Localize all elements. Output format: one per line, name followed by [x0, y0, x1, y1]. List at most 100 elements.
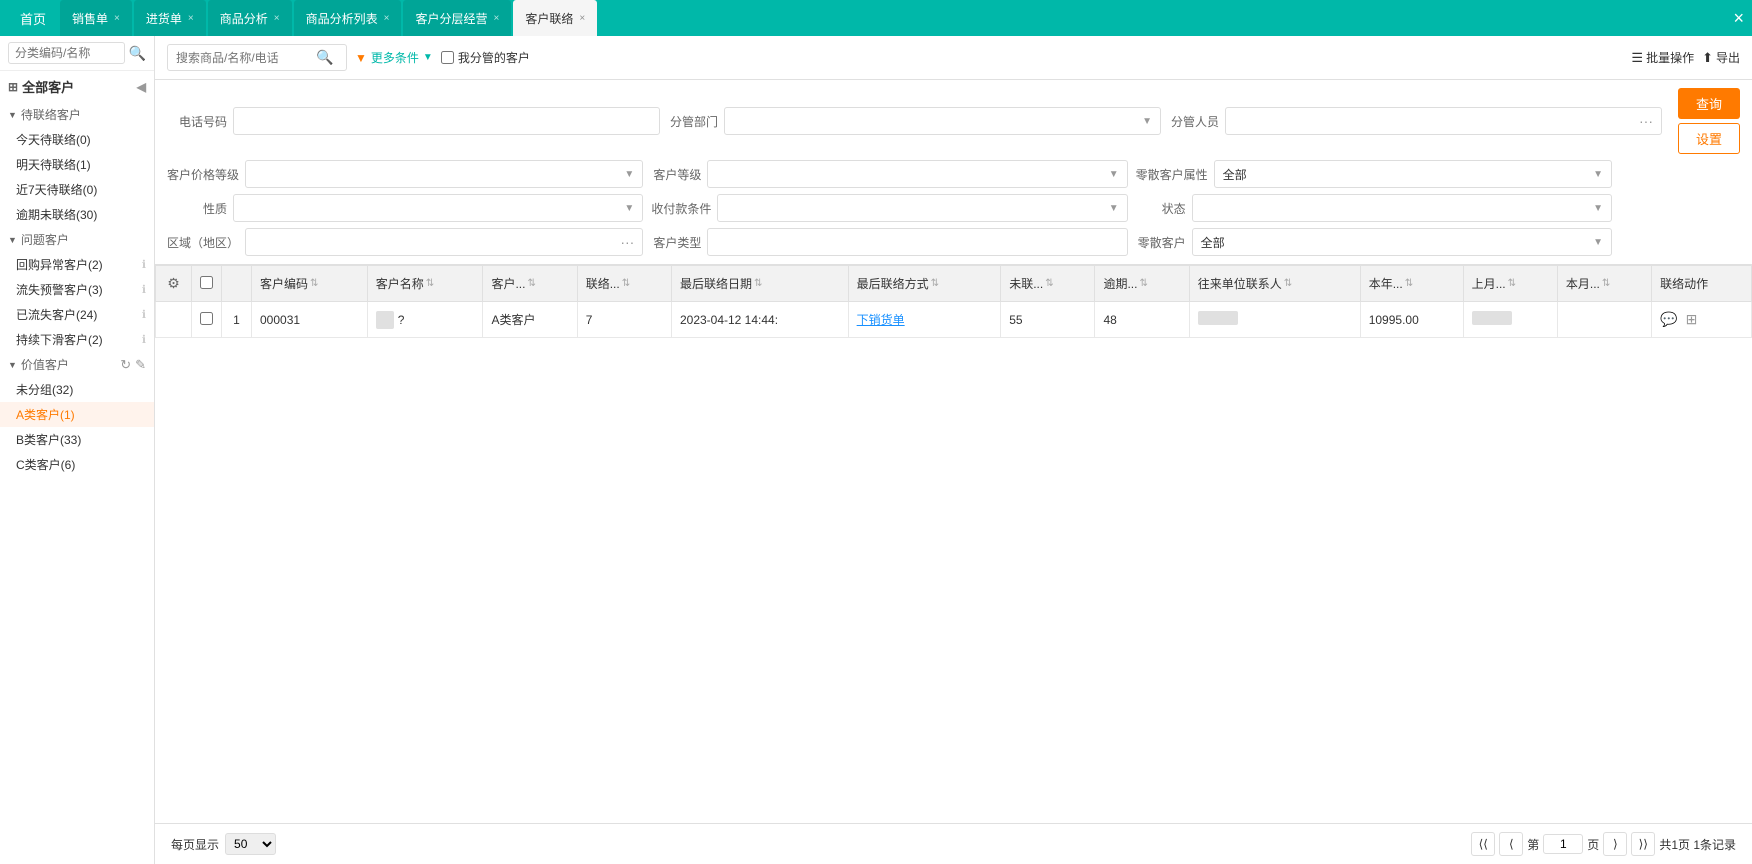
sidebar-item-today[interactable]: 今天待联络(0): [0, 127, 154, 152]
sidebar: 🔍 ⊞ 全部客户 ◀ 待联络客户 今天待联络(0) 明天待联络(1) 近7天待联…: [0, 36, 155, 864]
sidebar-item-tomorrow[interactable]: 明天待联络(1): [0, 152, 154, 177]
sidebar-item-declining[interactable]: 持续下滑客户(2) ℹ: [0, 327, 154, 352]
customer-type-input[interactable]: [707, 228, 1127, 256]
chat-icon[interactable]: 💬: [1660, 311, 1677, 328]
col-last-method[interactable]: 最后联络方式 ⇅: [848, 266, 1001, 302]
sort-unit-contact-icon: ⇅: [1284, 278, 1292, 289]
my-customers-checkbox[interactable]: 我分管的客户: [441, 49, 530, 66]
col-unit-contact[interactable]: 往来单位联系人 ⇅: [1189, 266, 1360, 302]
close-product-analysis-icon[interactable]: ×: [274, 13, 280, 24]
sidebar-item-class-a[interactable]: A类客户(1): [0, 402, 154, 427]
filter-right-actions: ☰ 批量操作 ⬆ 导出: [1631, 49, 1740, 66]
sidebar-item-class-c[interactable]: C类客户(6): [0, 452, 154, 477]
info-icon-4: ℹ: [142, 333, 146, 346]
retail-customer-select[interactable]: 全部▼: [1192, 228, 1612, 256]
per-page-select[interactable]: 50 100 200: [225, 833, 276, 855]
payment-select[interactable]: ▼: [717, 194, 1127, 222]
col-not-contact[interactable]: 未联... ⇅: [1001, 266, 1095, 302]
close-sales-order-icon[interactable]: ×: [114, 13, 120, 24]
sidebar-item-overdue[interactable]: 逾期未联络(30): [0, 202, 154, 227]
cell-checkbox: [192, 302, 222, 338]
tab-product-analysis-list[interactable]: 商品分析列表 ×: [294, 0, 402, 36]
more-filters-btn[interactable]: ▼ 更多条件 ▼: [355, 49, 433, 66]
sidebar-item-churned[interactable]: 已流失客户(24) ℹ: [0, 302, 154, 327]
retail-attr-select[interactable]: 全部▼: [1214, 160, 1612, 188]
table-settings-icon[interactable]: ⚙: [167, 275, 180, 291]
cell-contact: 7: [577, 302, 671, 338]
sidebar-item-repurchase-anomaly[interactable]: 回购异常客户(2) ℹ: [0, 252, 154, 277]
col-last-month[interactable]: 上月... ⇅: [1463, 266, 1557, 302]
prev-page-btn[interactable]: ⟨: [1499, 832, 1523, 856]
group-label-value[interactable]: 价值客户: [8, 356, 69, 373]
col-name[interactable]: 客户名称 ⇅: [367, 266, 483, 302]
tab-sales-order[interactable]: 销售单 ×: [60, 0, 132, 36]
top-nav: 首页 销售单 × 进货单 × 商品分析 × 商品分析列表 × 客户分层经营 × …: [0, 0, 1752, 36]
close-customer-segment-icon[interactable]: ×: [493, 13, 499, 24]
dept-field: 分管部门 ▼: [668, 107, 1161, 135]
select-all-checkbox[interactable]: [200, 276, 213, 289]
close-customer-contact-icon[interactable]: ×: [579, 13, 585, 24]
tab-customer-contact[interactable]: 客户联络 ×: [513, 0, 597, 36]
col-last-date[interactable]: 最后联络日期 ⇅: [671, 266, 848, 302]
close-purchase-order-icon[interactable]: ×: [188, 13, 194, 24]
price-level-select[interactable]: ▼: [245, 160, 643, 188]
next-page-btn[interactable]: ⟩: [1603, 832, 1627, 856]
my-customers-check[interactable]: [441, 51, 454, 64]
retail-attr-label: 零散客户属性: [1136, 166, 1208, 183]
sort-level-icon: ⇅: [527, 278, 535, 289]
region-dots-icon: ···: [620, 234, 634, 250]
home-tab[interactable]: 首页: [8, 0, 58, 36]
query-button[interactable]: 查询: [1678, 88, 1740, 119]
dept-select[interactable]: ▼: [724, 107, 1161, 135]
all-customers-header[interactable]: ⊞ 全部客户 ◀: [0, 71, 154, 102]
last-page-btn[interactable]: ⟩⟩: [1631, 832, 1655, 856]
status-select[interactable]: ▼: [1192, 194, 1612, 222]
region-input[interactable]: ···: [245, 228, 643, 256]
sidebar-search-icon[interactable]: 🔍: [129, 45, 146, 62]
group-label-problem[interactable]: 问题客户: [0, 227, 154, 252]
cell-overdue: 48: [1095, 302, 1189, 338]
edit-group-icon[interactable]: ✎: [135, 357, 146, 373]
person-input[interactable]: ···: [1225, 107, 1662, 135]
col-this-year[interactable]: 本年... ⇅: [1360, 266, 1463, 302]
collapse-icon[interactable]: ◀: [137, 80, 146, 94]
person-field: 分管人员 ···: [1169, 107, 1662, 135]
first-page-btn[interactable]: ⟨⟨: [1471, 832, 1495, 856]
sidebar-item-class-b[interactable]: B类客户(33): [0, 427, 154, 452]
nature-select[interactable]: ▼: [233, 194, 643, 222]
tab-product-analysis[interactable]: 商品分析 ×: [208, 0, 292, 36]
dept-label: 分管部门: [668, 113, 718, 130]
group-label-pending[interactable]: 待联络客户: [0, 102, 154, 127]
tab-purchase-order[interactable]: 进货单 ×: [134, 0, 206, 36]
grid-icon: ⊞: [8, 80, 18, 94]
sidebar-search-input[interactable]: [8, 42, 125, 64]
table-header-row: ⚙ 客户编码 ⇅: [156, 266, 1752, 302]
sort-last-month-icon: ⇅: [1508, 278, 1516, 289]
sidebar-item-unclassified[interactable]: 未分组(32): [0, 377, 154, 402]
customer-level-select[interactable]: ▼: [707, 160, 1127, 188]
close-all-icon[interactable]: ×: [1733, 8, 1744, 29]
tab-customer-segment[interactable]: 客户分层经营 ×: [403, 0, 511, 36]
col-overdue[interactable]: 逾期... ⇅: [1095, 266, 1189, 302]
close-product-analysis-list-icon[interactable]: ×: [384, 13, 390, 24]
col-contact[interactable]: 联络... ⇅: [577, 266, 671, 302]
sidebar-item-7days[interactable]: 近7天待联络(0): [0, 177, 154, 202]
col-code[interactable]: 客户编码 ⇅: [252, 266, 368, 302]
settings-button[interactable]: 设置: [1678, 123, 1740, 154]
col-this-month[interactable]: 本月... ⇅: [1557, 266, 1651, 302]
customer-table: ⚙ 客户编码 ⇅: [155, 265, 1752, 338]
row-checkbox[interactable]: [200, 312, 213, 325]
export-btn[interactable]: ⬆ 导出: [1702, 49, 1740, 66]
search-icon[interactable]: 🔍: [316, 49, 333, 66]
cell-last-date: 2023-04-12 14:44:: [671, 302, 848, 338]
refresh-icon[interactable]: ↻: [120, 357, 131, 373]
row-actions: 💬 ⊞: [1660, 311, 1743, 328]
col-level[interactable]: 客户... ⇅: [483, 266, 577, 302]
last-method-link[interactable]: 下销货单: [857, 313, 905, 327]
batch-op-btn[interactable]: ☰ 批量操作: [1631, 49, 1694, 66]
phone-input[interactable]: [233, 107, 660, 135]
grid-action-icon[interactable]: ⊞: [1686, 311, 1698, 328]
page-input[interactable]: [1543, 834, 1583, 854]
sidebar-item-churn-warning[interactable]: 流失预警客户(3) ℹ: [0, 277, 154, 302]
search-input[interactable]: [176, 51, 316, 65]
